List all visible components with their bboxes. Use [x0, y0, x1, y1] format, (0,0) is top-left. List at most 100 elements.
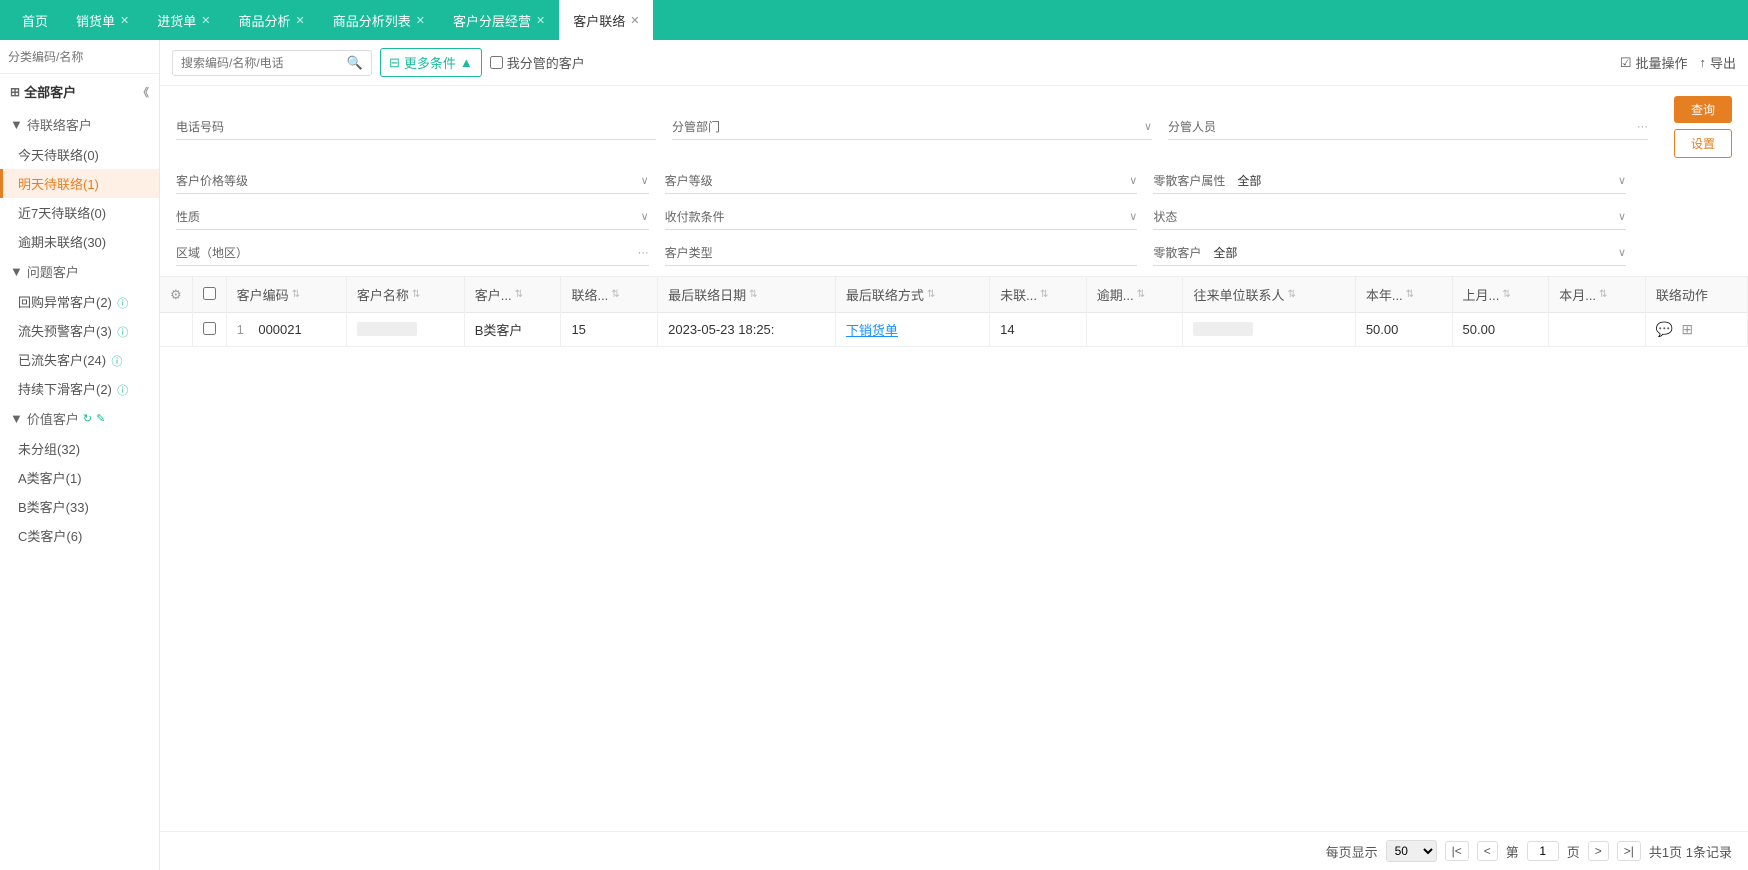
sidebar-item-7days[interactable]: 近7天待联络(0): [0, 198, 159, 227]
sort-icon[interactable]: ⇅: [611, 289, 619, 300]
sort-icon[interactable]: ⇅: [1502, 289, 1510, 300]
settings-btn[interactable]: 设置: [1674, 129, 1732, 158]
filter-nature[interactable]: 性质 ∨: [176, 204, 649, 230]
nav-customer-contact[interactable]: 客户联络 ✕: [559, 0, 653, 40]
th-name: 客户名称 ⇅: [346, 277, 464, 313]
nav-home[interactable]: 首页: [8, 0, 62, 40]
close-icon[interactable]: ✕: [536, 14, 545, 27]
sort-icon[interactable]: ⇅: [749, 289, 757, 300]
select-all-checkbox[interactable]: [203, 287, 216, 300]
th-this-month-label: 本月...: [1559, 285, 1596, 304]
chevron-down-icon: ∨: [1129, 174, 1137, 187]
chevron-down-icon: ∨: [1144, 120, 1152, 133]
sidebar-search-area: 🔍: [0, 40, 159, 74]
sidebar-item-tomorrow[interactable]: 明天待联络(1): [0, 169, 159, 198]
filter-retail-customer[interactable]: 零散客户 全部 ∨: [1153, 240, 1626, 266]
customer-code: 000021: [258, 322, 301, 337]
sidebar-item-overdue[interactable]: 逾期未联络(30): [0, 227, 159, 256]
sidebar-item-today[interactable]: 今天待联络(0): [0, 140, 159, 169]
filter-actions: 查询 设置: [1664, 96, 1732, 158]
last-page-btn[interactable]: >|: [1617, 841, 1641, 861]
sidebar: 🔍 ⊞ 全部客户 《 ▼ 待联络客户 今天待联络(0) 明天待联络(1) 近7天…: [0, 40, 160, 870]
filter-retail-attr[interactable]: 零散客户属性 全部 ∨: [1153, 168, 1626, 194]
sidebar-item-lost[interactable]: 已流失客户(24) ⓘ: [0, 345, 159, 374]
sidebar-item-c-class[interactable]: C类客户(6): [0, 521, 159, 550]
nav-customer-segment[interactable]: 客户分层经营 ✕: [439, 0, 559, 40]
refresh-icon[interactable]: ↻: [83, 412, 92, 425]
nav-sales[interactable]: 销货单 ✕: [62, 0, 143, 40]
page-input[interactable]: [1527, 841, 1559, 861]
sort-icon[interactable]: ⇅: [1599, 289, 1607, 300]
sidebar-all-customers[interactable]: ⊞ 全部客户 《: [0, 74, 159, 109]
last-method-link[interactable]: 下销货单: [846, 323, 898, 338]
sort-icon[interactable]: ⇅: [1406, 289, 1414, 300]
th-last-month-label: 上月...: [1463, 285, 1500, 304]
close-icon[interactable]: ✕: [296, 14, 305, 27]
filter-status[interactable]: 状态 ∨: [1153, 204, 1626, 230]
sidebar-item-lost-warning[interactable]: 流失预警客户(3) ⓘ: [0, 316, 159, 345]
next-page-btn[interactable]: >: [1588, 841, 1609, 861]
export-btn[interactable]: ↑ 导出: [1699, 53, 1736, 72]
sort-icon[interactable]: ⇅: [927, 289, 935, 300]
sidebar-item-declining[interactable]: 持续下滑客户(2) ⓘ: [0, 374, 159, 403]
th-type: 客户... ⇅: [464, 277, 561, 313]
search-input[interactable]: [181, 56, 347, 70]
comment-icon[interactable]: 💬: [1656, 321, 1673, 338]
table-footer: 每页显示 50 100 200 |< < 第 页 > >| 共1页 1条记录: [160, 831, 1748, 870]
sidebar-search-input[interactable]: [8, 50, 160, 64]
nav-product-list[interactable]: 商品分析列表 ✕: [319, 0, 439, 40]
my-customers-check[interactable]: [490, 56, 503, 69]
per-page-select[interactable]: 50 100 200: [1386, 840, 1437, 862]
sort-icon[interactable]: ⇅: [1040, 289, 1048, 300]
my-customers-checkbox[interactable]: 我分管的客户: [490, 53, 585, 72]
filter-person[interactable]: 分管人员 ···: [1168, 114, 1648, 140]
sort-icon[interactable]: ⇅: [292, 289, 300, 300]
close-icon[interactable]: ✕: [120, 14, 129, 27]
gear-icon[interactable]: ⚙: [170, 287, 182, 302]
filter-department[interactable]: 分管部门 ∨: [672, 114, 1152, 140]
filter-region[interactable]: 区域（地区） ···: [176, 240, 649, 266]
sidebar-group-pending[interactable]: ▼ 待联络客户: [0, 109, 159, 140]
filter-customer-level[interactable]: 客户等级 ∨: [665, 168, 1138, 194]
close-icon[interactable]: ✕: [416, 14, 425, 27]
filter-payment[interactable]: 收付款条件 ∨: [665, 204, 1138, 230]
sort-icon[interactable]: ⇅: [1287, 289, 1295, 300]
sort-icon[interactable]: ⇅: [1137, 289, 1145, 300]
sidebar-group-value[interactable]: ▼ 价值客户 ↻ ✎: [0, 403, 159, 434]
chevron-down-icon: ∨: [641, 210, 649, 223]
sidebar-group-problem[interactable]: ▼ 问题客户: [0, 256, 159, 287]
td-actions: 💬 ⊞: [1645, 313, 1747, 347]
more-filter-btn[interactable]: ⊟ 更多条件 ▲: [380, 48, 482, 77]
prev-page-btn[interactable]: <: [1477, 841, 1498, 861]
row-checkbox[interactable]: [203, 322, 216, 335]
sidebar-item-a-class[interactable]: A类客户(1): [0, 463, 159, 492]
sidebar-item-repurchase-anomaly[interactable]: 回购异常客户(2) ⓘ: [0, 287, 159, 316]
filter-price-level[interactable]: 客户价格等级 ∨: [176, 168, 649, 194]
nav-purchase[interactable]: 进货单 ✕: [143, 0, 224, 40]
th-contact-person: 往来单位联系人 ⇅: [1183, 277, 1355, 313]
more-icon: ···: [1637, 121, 1648, 133]
edit-icon[interactable]: ✎: [96, 412, 105, 425]
nav-product-analysis[interactable]: 商品分析 ✕: [224, 0, 318, 40]
qr-icon[interactable]: ⊞: [1681, 321, 1693, 338]
query-btn[interactable]: 查询: [1674, 96, 1732, 123]
th-unlinked: 未联... ⇅: [990, 277, 1087, 313]
th-overdue: 逾期... ⇅: [1086, 277, 1183, 313]
sidebar-item-ungrouped[interactable]: 未分组(32): [0, 434, 159, 463]
td-contact-person: [1183, 313, 1355, 347]
close-icon[interactable]: ✕: [201, 14, 210, 27]
th-this-month: 本月... ⇅: [1549, 277, 1646, 313]
first-page-btn[interactable]: |<: [1445, 841, 1469, 861]
th-type-label: 客户...: [475, 285, 512, 304]
batch-ops-btn[interactable]: ☑ 批量操作: [1620, 53, 1688, 72]
th-code: 客户编码 ⇅: [226, 277, 346, 313]
close-icon[interactable]: ✕: [630, 14, 639, 27]
td-gear: [160, 313, 192, 347]
search-icon[interactable]: 🔍: [347, 55, 363, 71]
collapse-icon[interactable]: 《: [138, 84, 149, 100]
sort-icon[interactable]: ⇅: [412, 289, 420, 300]
sort-icon[interactable]: ⇅: [515, 289, 523, 300]
contact-person-blurred: [1193, 322, 1253, 336]
sidebar-item-b-class[interactable]: B类客户(33): [0, 492, 159, 521]
filter-row-3: 性质 ∨ 收付款条件 ∨ 状态 ∨: [176, 204, 1732, 230]
